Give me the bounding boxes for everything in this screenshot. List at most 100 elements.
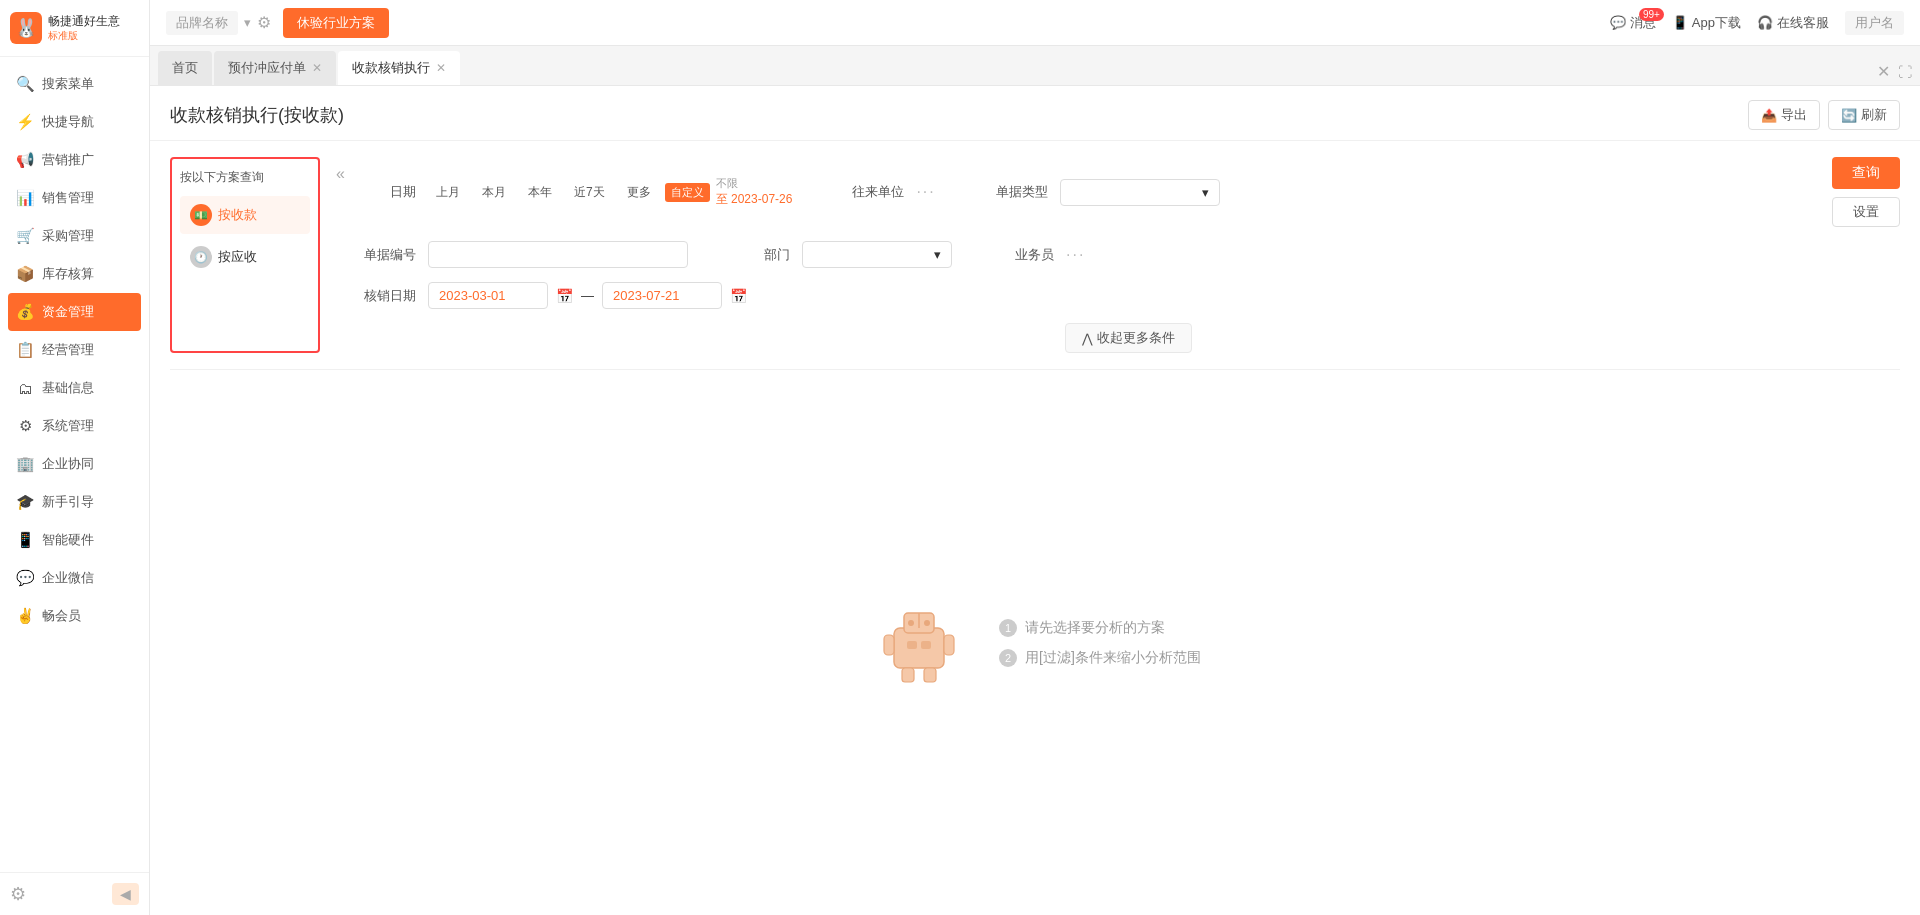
sidebar-label-basic: 基础信息 (42, 379, 94, 397)
basic-icon: 🗂 (16, 380, 34, 397)
topbar-right: 💬 消息 99+ 📱 App下载 🎧 在线客服 用户名 (1610, 11, 1904, 35)
collapse-label: 收起更多条件 (1097, 329, 1175, 347)
sidebar-label-guide: 新手引导 (42, 493, 94, 511)
app-download-item[interactable]: 📱 App下载 (1672, 14, 1741, 32)
this-year-btn[interactable]: 本年 (520, 181, 560, 204)
sidebar-item-business[interactable]: 📋经营管理 (0, 331, 149, 369)
purchase-icon: 🛒 (16, 227, 34, 245)
sidebar-label-inventory: 库存核算 (42, 265, 94, 283)
sidebar-label-member: 畅会员 (42, 607, 81, 625)
topbar: 品牌名称 ▾ ⚙ 休验行业方案 💬 消息 99+ 📱 App下载 🎧 在线客服 … (150, 0, 1920, 46)
content-area: 收款核销执行(按收款) 📤 导出 🔄 刷新 按以下方案查询 💵 按收款 (150, 86, 1920, 915)
page-title: 收款核销执行(按收款) (170, 103, 344, 127)
tip-num-1: 1 (999, 619, 1017, 637)
empty-state: 1 请先选择要分析的方案 2 用[过滤]条件来缩小分析范围 (150, 370, 1920, 915)
industry-btn[interactable]: 休验行业方案 (283, 8, 389, 38)
salesperson-input[interactable]: ··· (1066, 246, 1085, 264)
tab-prepay[interactable]: 预付冲应付单 ✕ (214, 51, 336, 85)
sidebar-item-guide[interactable]: 🎓新手引导 (0, 483, 149, 521)
this-month-btn[interactable]: 本月 (474, 181, 514, 204)
settings-topbar-icon[interactable]: ⚙ (257, 13, 271, 32)
message-item[interactable]: 💬 消息 99+ (1610, 14, 1656, 32)
more-date-btn[interactable]: 更多 (619, 181, 659, 204)
collapse-sidebar-btn[interactable]: ◀ (112, 883, 139, 905)
export-btn[interactable]: 📤 导出 (1748, 100, 1820, 130)
query-btn[interactable]: 查询 (1832, 157, 1900, 189)
date-group: 上月 本月 本年 近7天 更多 自定义 不限 至 2023-07-26 (428, 176, 792, 208)
sidebar-label-wechat: 企业微信 (42, 569, 94, 587)
export-icon: 📤 (1761, 108, 1777, 123)
sidebar-item-inventory[interactable]: 📦库存核算 (0, 255, 149, 293)
logo-text: 畅捷通好生意 标准版 (48, 14, 120, 43)
tab-label-home: 首页 (172, 59, 198, 77)
expand-tabs-icon[interactable]: ⛶ (1898, 64, 1912, 80)
dropdown-icon[interactable]: ▾ (244, 15, 251, 30)
filter-sidebar: 按以下方案查询 💵 按收款 🕐 按应收 (170, 157, 320, 353)
sidebar-item-hardware[interactable]: 📱智能硬件 (0, 521, 149, 559)
sidebar-item-member[interactable]: ✌畅会员 (0, 597, 149, 635)
doc-type-dropdown-icon: ▾ (1202, 185, 1209, 200)
hardware-icon: 📱 (16, 531, 34, 549)
sidebar-label-system: 系统管理 (42, 417, 94, 435)
sidebar-nav: 🔍搜索菜单⚡快捷导航📢营销推广📊销售管理🛒采购管理📦库存核算💰资金管理📋经营管理… (0, 57, 149, 872)
service-item[interactable]: 🎧 在线客服 (1757, 14, 1829, 32)
filter-row-3: 核销日期 📅 — 📅 (356, 282, 1900, 309)
tab-label-prepay: 预付冲应付单 (228, 59, 306, 77)
filter-option-by-receipt[interactable]: 💵 按收款 (180, 196, 310, 234)
doc-type-select[interactable]: ▾ (1060, 179, 1220, 206)
tab-receipt[interactable]: 收款核销执行 ✕ (338, 51, 460, 85)
filter-option-receipt-label: 按收款 (218, 206, 257, 224)
sidebar-item-basic[interactable]: 🗂 基础信息 (0, 369, 149, 407)
custom-date-badge: 自定义 (665, 183, 710, 202)
app-icon: 📱 (1672, 15, 1688, 30)
user-name: 用户名 (1845, 11, 1904, 35)
sidebar-item-purchase[interactable]: 🛒采购管理 (0, 217, 149, 255)
doc-no-input[interactable] (428, 241, 688, 268)
counterparty-input[interactable]: ··· (916, 183, 935, 201)
end-cal-icon[interactable]: 📅 (730, 288, 747, 304)
setting-btn[interactable]: 设置 (1832, 197, 1900, 227)
sidebar-item-finance[interactable]: 💰资金管理 (8, 293, 141, 331)
verify-start-input[interactable] (428, 282, 548, 309)
tab-close-receipt[interactable]: ✕ (436, 61, 446, 75)
sidebar-item-search[interactable]: 🔍搜索菜单 (0, 65, 149, 103)
close-all-tabs-icon[interactable]: ✕ (1877, 62, 1890, 81)
tab-label-receipt: 收款核销执行 (352, 59, 430, 77)
svg-rect-6 (921, 641, 931, 649)
tab-home[interactable]: 首页 (158, 51, 212, 85)
tab-close-prepay[interactable]: ✕ (312, 61, 322, 75)
svg-rect-10 (924, 668, 936, 682)
dept-select[interactable]: ▾ (802, 241, 952, 268)
filter-option-by-receivable[interactable]: 🕐 按应收 (180, 238, 310, 276)
sidebar-label-marketing: 营销推广 (42, 151, 94, 169)
sidebar-item-quick[interactable]: ⚡快捷导航 (0, 103, 149, 141)
sidebar-item-enterprise[interactable]: 🏢企业协同 (0, 445, 149, 483)
sidebar-item-wechat[interactable]: 💬企业微信 (0, 559, 149, 597)
svg-rect-0 (894, 628, 944, 668)
topbar-brand: 品牌名称 ▾ ⚙ (166, 11, 271, 35)
last-7days-btn[interactable]: 近7天 (566, 181, 613, 204)
dept-label: 部门 (730, 246, 790, 264)
service-label: 在线客服 (1777, 14, 1829, 32)
app-label: App下载 (1692, 14, 1741, 32)
main-content: 品牌名称 ▾ ⚙ 休验行业方案 💬 消息 99+ 📱 App下载 🎧 在线客服 … (150, 0, 1920, 915)
filter-collapse-btn[interactable]: « (336, 157, 356, 353)
refresh-icon: 🔄 (1841, 108, 1857, 123)
sidebar-item-marketing[interactable]: 📢营销推广 (0, 141, 149, 179)
sidebar-item-sales[interactable]: 📊销售管理 (0, 179, 149, 217)
tabbar: 首页 预付冲应付单 ✕ 收款核销执行 ✕ ✕ ⛶ (150, 46, 1920, 86)
system-icon: ⚙ (16, 417, 34, 435)
start-cal-icon[interactable]: 📅 (556, 288, 573, 304)
refresh-btn[interactable]: 🔄 刷新 (1828, 100, 1900, 130)
doc-no-label: 单据编号 (356, 246, 416, 264)
topbar-left: 品牌名称 ▾ ⚙ 休验行业方案 (166, 8, 389, 38)
svg-rect-5 (907, 641, 917, 649)
settings-icon[interactable]: ⚙ (10, 883, 26, 905)
empty-tip-2: 2 用[过滤]条件来缩小分析范围 (999, 649, 1201, 667)
verify-end-input[interactable] (602, 282, 722, 309)
last-month-btn[interactable]: 上月 (428, 181, 468, 204)
collapse-more-btn[interactable]: ⋀ 收起更多条件 (1065, 323, 1192, 353)
counterparty-label: 往来单位 (844, 183, 904, 201)
sidebar-item-system[interactable]: ⚙ 系统管理 (0, 407, 149, 445)
svg-rect-9 (902, 668, 914, 682)
